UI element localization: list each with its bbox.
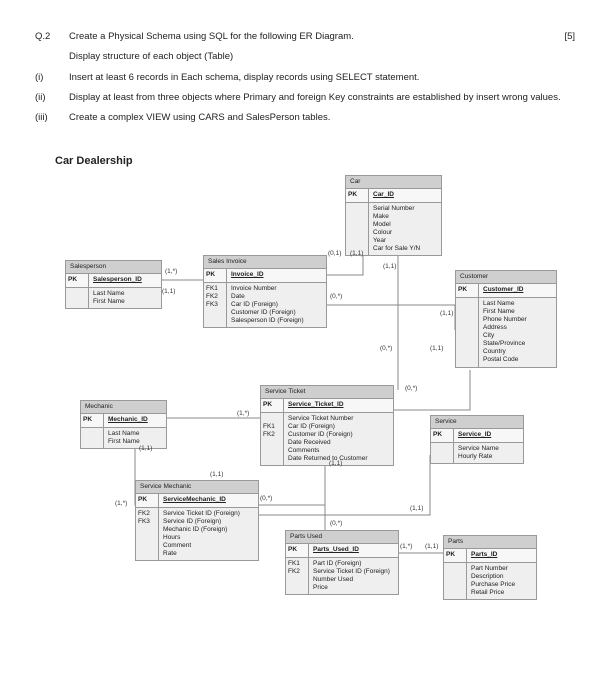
entity-title: Sales Invoice bbox=[204, 256, 326, 269]
entity-servicemechanic: Service Mechanic PKServiceMechanic_ID FK… bbox=[135, 480, 259, 561]
entity-title: Mechanic bbox=[81, 401, 166, 414]
entity-partsused: Parts Used PKParts_Used_ID FK1 FK2Part I… bbox=[285, 530, 399, 595]
cardinality: (1,1) bbox=[383, 263, 396, 270]
cardinality: (1,*) bbox=[165, 268, 177, 275]
cardinality: (1,1) bbox=[430, 345, 443, 352]
cardinality: (1,*) bbox=[400, 543, 412, 550]
cardinality: (1,1) bbox=[425, 543, 438, 550]
cardinality: (1,*) bbox=[237, 410, 249, 417]
cardinality: (1,*) bbox=[115, 500, 127, 507]
question-number: Q.2 bbox=[35, 30, 69, 44]
entity-salesperson: Salesperson PKSalesperson_ID Last Name F… bbox=[65, 260, 162, 309]
cardinality: (0,*) bbox=[380, 345, 392, 352]
question-ii-label: (ii) bbox=[35, 91, 69, 105]
cardinality: (1,1) bbox=[329, 460, 342, 467]
question-ii: Display at least from three objects wher… bbox=[69, 91, 575, 105]
entity-title: Car bbox=[346, 176, 441, 189]
cardinality: (1,1) bbox=[162, 288, 175, 295]
entity-title: Parts bbox=[444, 536, 536, 549]
cardinality: (0,1) bbox=[328, 250, 341, 257]
question-main: Create a Physical Schema using SQL for t… bbox=[69, 30, 554, 44]
diagram-wires bbox=[35, 155, 595, 585]
entity-title: Parts Used bbox=[286, 531, 398, 544]
entity-customer: Customer PKCustomer_ID Last Name First N… bbox=[455, 270, 557, 367]
entity-title: Service Ticket bbox=[261, 386, 393, 399]
entity-title: Customer bbox=[456, 271, 556, 284]
cardinality: (1,1) bbox=[350, 250, 363, 257]
question-iii-label: (iii) bbox=[35, 111, 69, 125]
cardinality: (1,1) bbox=[139, 445, 152, 452]
question-iii: Create a complex VIEW using CARS and Sal… bbox=[69, 111, 575, 125]
cardinality: (0,*) bbox=[330, 520, 342, 527]
cardinality: (0,*) bbox=[330, 293, 342, 300]
cardinality: (1,1) bbox=[440, 310, 453, 317]
question-i: Insert at least 6 records in Each schema… bbox=[69, 71, 575, 85]
question-block: Q.2 Create a Physical Schema using SQL f… bbox=[35, 30, 575, 125]
entity-salesinvoice: Sales Invoice PKInvoice_ID FK1 FK2 FK3In… bbox=[203, 255, 327, 328]
cardinality: (1,1) bbox=[410, 505, 423, 512]
cardinality: (0,*) bbox=[260, 495, 272, 502]
cardinality: (1,1) bbox=[210, 471, 223, 478]
er-diagram: Car Dealership Car PKCar_ID Serial Numbe… bbox=[35, 155, 575, 585]
entity-car: Car PKCar_ID Serial Number Make Model Co… bbox=[345, 175, 442, 256]
entity-title: Service Mechanic bbox=[136, 481, 258, 494]
cardinality: (0,*) bbox=[405, 385, 417, 392]
entity-serviceticket: Service Ticket PKService_Ticket_ID FK1 F… bbox=[260, 385, 394, 466]
entity-title: Salesperson bbox=[66, 261, 161, 274]
question-i-label: (i) bbox=[35, 71, 69, 85]
entity-parts: Parts PKParts_ID Part Number Description… bbox=[443, 535, 537, 600]
entity-mechanic: Mechanic PKMechanic_ID Last Name First N… bbox=[80, 400, 167, 449]
entity-title: Service bbox=[431, 416, 523, 429]
entity-service: Service PKService_ID Service Name Hourly… bbox=[430, 415, 524, 464]
question-marks: [5] bbox=[564, 30, 575, 44]
question-sub0: Display structure of each object (Table) bbox=[69, 50, 575, 64]
